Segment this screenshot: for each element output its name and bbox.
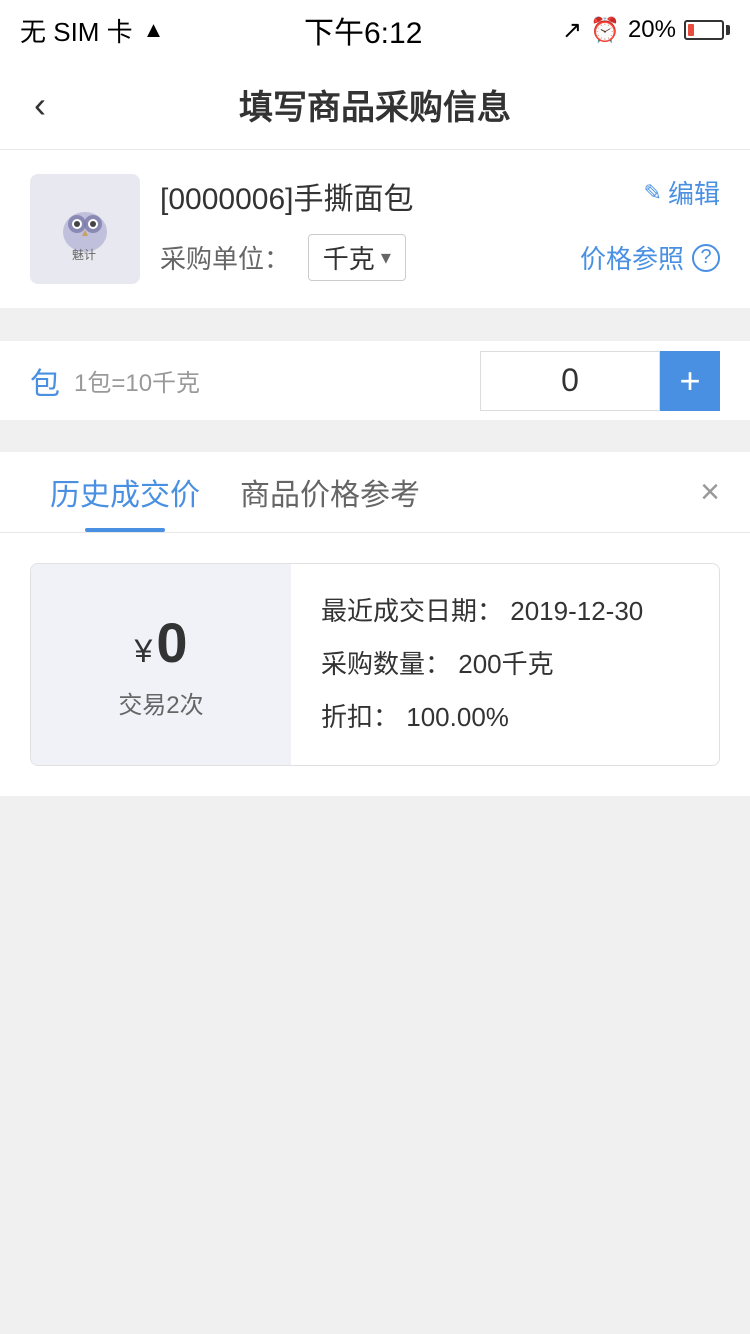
transaction-price: ¥ 0 xyxy=(135,610,188,675)
bag-unit-label: 包 xyxy=(30,359,60,403)
bottom-panel: 历史成交价 商品价格参考 × ¥ 0 交易2次 最近成交日期： 2019-12-… xyxy=(0,452,750,796)
purchase-qty-row: 采购数量： 200千克 xyxy=(321,645,689,684)
product-header: 魅计 [0000006]手撕面包 ✎ 编辑 采购单位： 千克 ▾ xyxy=(30,174,720,284)
product-name: [0000006]手撕面包 xyxy=(160,174,644,218)
help-icon: ? xyxy=(692,244,720,272)
price-symbol: ¥ xyxy=(135,633,153,670)
discount-row: 折扣： 100.00% xyxy=(321,698,689,737)
panel-close-button[interactable]: × xyxy=(700,473,720,512)
sim-status: 无 SIM 卡 xyxy=(20,12,133,49)
status-time: 下午6:12 xyxy=(304,8,422,52)
bag-unit-desc: 1包=10千克 xyxy=(74,363,200,398)
edit-button[interactable]: ✎ 编辑 xyxy=(644,174,720,211)
purchase-qty-value: 200千克 xyxy=(458,649,553,679)
battery-icon xyxy=(684,20,730,40)
quantity-plus-button[interactable]: + xyxy=(660,351,720,411)
status-right: ↗ ⏰ 20% xyxy=(562,16,730,45)
location-icon: ↗ xyxy=(562,16,582,45)
discount-value: 100.00% xyxy=(406,702,509,732)
recent-date-value: 2019-12-30 xyxy=(510,596,643,626)
section-divider-1 xyxy=(0,324,750,340)
transaction-count: 交易2次 xyxy=(118,685,203,720)
svg-text:魅计: 魅计 xyxy=(72,247,96,262)
tab-bar: 历史成交价 商品价格参考 × xyxy=(0,452,750,533)
unit-label: 采购单位： xyxy=(160,244,290,274)
transaction-card: ¥ 0 交易2次 最近成交日期： 2019-12-30 采购数量： 200千克 … xyxy=(30,563,720,766)
tab-history-price[interactable]: 历史成交价 xyxy=(30,452,220,532)
discount-label: 折扣： xyxy=(321,702,399,732)
unit-dropdown-arrow: ▾ xyxy=(381,245,391,270)
recent-date-row: 最近成交日期： 2019-12-30 xyxy=(321,592,689,631)
product-logo-svg: 魅计 xyxy=(50,194,120,264)
tab-product-price-ref[interactable]: 商品价格参考 xyxy=(220,452,440,532)
unit-selector-group: 采购单位： 千克 ▾ xyxy=(160,234,406,281)
wifi-icon: ▲ xyxy=(143,17,165,43)
transaction-detail-panel: 最近成交日期： 2019-12-30 采购数量： 200千克 折扣： 100.0… xyxy=(291,564,719,765)
product-card: 魅计 [0000006]手撕面包 ✎ 编辑 采购单位： 千克 ▾ xyxy=(0,150,750,308)
edit-icon: ✎ xyxy=(644,180,662,206)
unit-value: 千克 xyxy=(323,239,375,276)
purchase-qty-label: 采购数量： xyxy=(321,649,451,679)
product-info: [0000006]手撕面包 ✎ 编辑 采购单位： 千克 ▾ 价格参照 xyxy=(160,174,720,281)
product-thumbnail: 魅计 xyxy=(30,174,140,284)
status-left: 无 SIM 卡 ▲ xyxy=(20,12,164,49)
edit-label: 编辑 xyxy=(668,174,720,211)
tab-active-indicator xyxy=(85,528,165,532)
transaction-price-panel: ¥ 0 交易2次 xyxy=(31,564,291,765)
page-title: 填写商品采购信息 xyxy=(239,80,511,129)
quantity-right: + xyxy=(480,351,720,411)
nav-bar: ‹ 填写商品采购信息 xyxy=(0,60,750,150)
price-ref-label: 价格参照 xyxy=(580,239,684,276)
quantity-input[interactable] xyxy=(480,351,660,411)
unit-select[interactable]: 千克 ▾ xyxy=(308,234,406,281)
transaction-area: ¥ 0 交易2次 最近成交日期： 2019-12-30 采购数量： 200千克 … xyxy=(0,533,750,796)
product-top-row: [0000006]手撕面包 ✎ 编辑 xyxy=(160,174,720,218)
tab-product-price-ref-label: 商品价格参考 xyxy=(240,470,420,514)
product-unit-row: 采购单位： 千克 ▾ 价格参照 ? xyxy=(160,234,720,281)
tab-history-price-label: 历史成交价 xyxy=(50,470,200,514)
recent-date-label: 最近成交日期： xyxy=(321,596,503,626)
price-value: 0 xyxy=(156,610,187,675)
status-bar: 无 SIM 卡 ▲ 下午6:12 ↗ ⏰ 20% xyxy=(0,0,750,60)
price-ref-button[interactable]: 价格参照 ? xyxy=(580,239,720,276)
alarm-icon: ⏰ xyxy=(590,16,620,45)
quantity-left: 包 1包=10千克 xyxy=(30,359,200,403)
back-button[interactable]: ‹ xyxy=(24,74,56,136)
quantity-row: 包 1包=10千克 + xyxy=(0,340,750,420)
battery-percent: 20% xyxy=(628,16,676,44)
section-divider-2 xyxy=(0,420,750,436)
